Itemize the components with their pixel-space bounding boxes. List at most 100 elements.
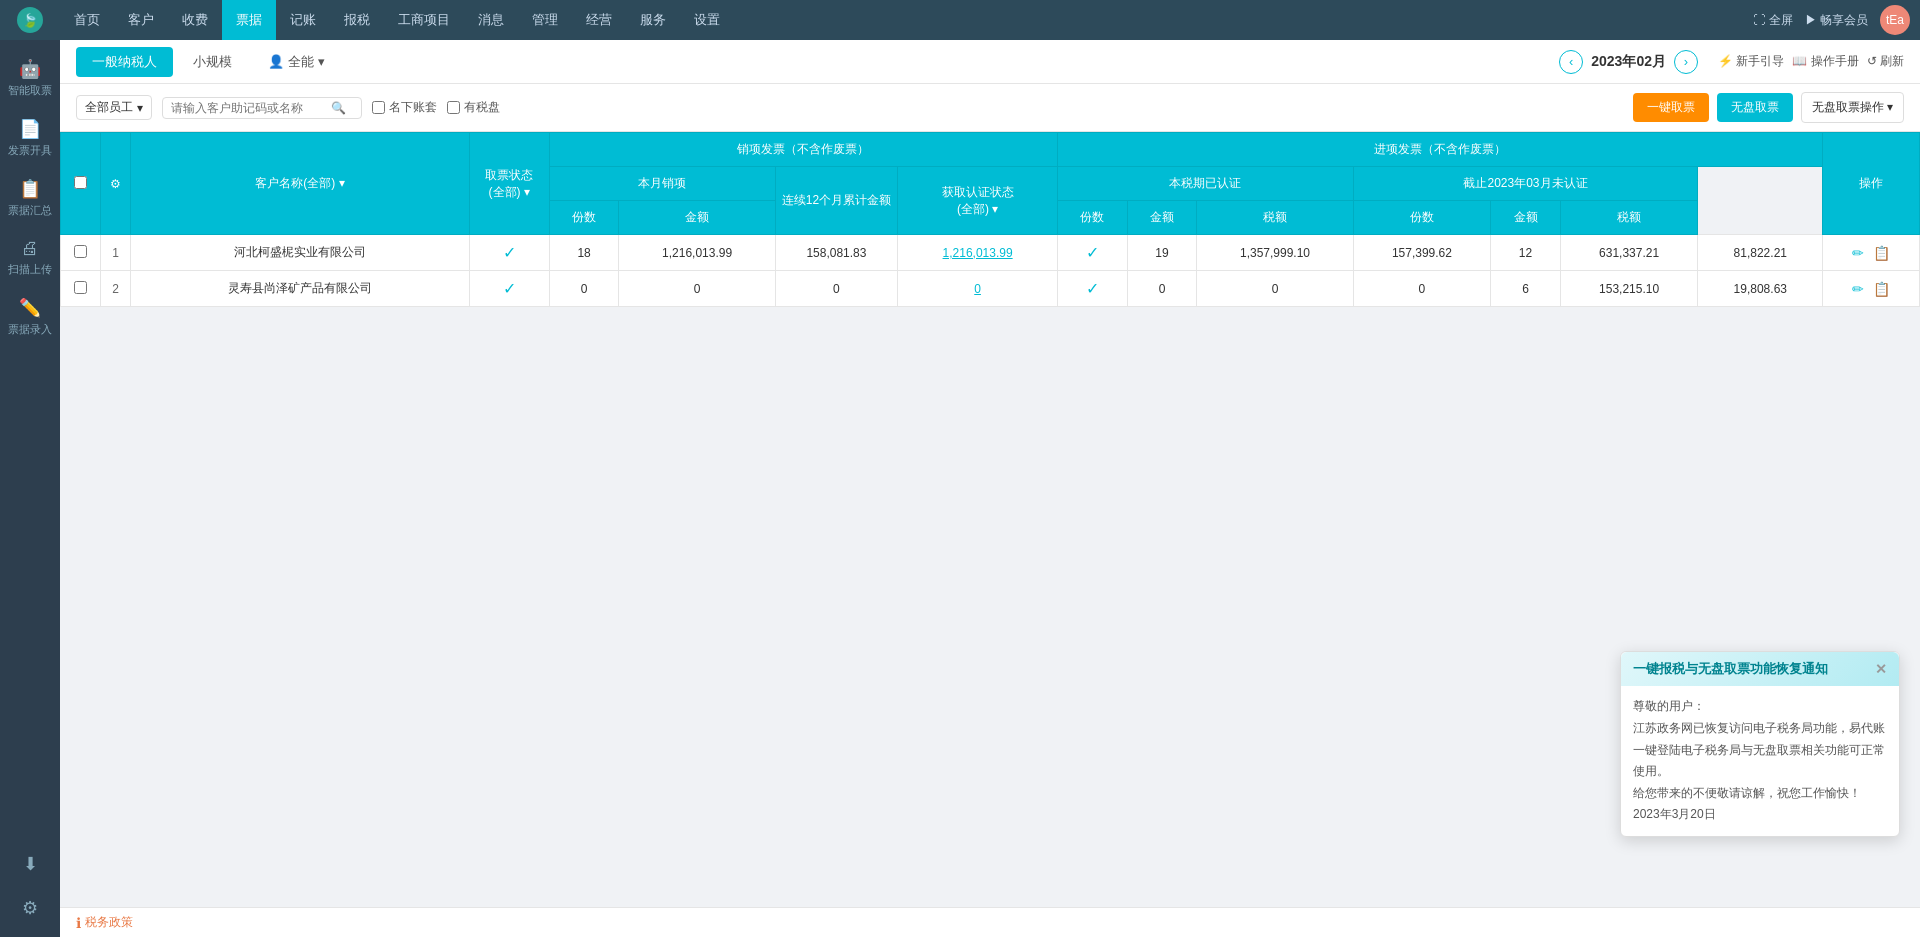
sidebar-item-gear[interactable]: ⚙ xyxy=(3,889,57,927)
row-num-1: 1 xyxy=(101,235,131,271)
th-operations: 操作 xyxy=(1823,133,1920,235)
notification-header: 一键报税与无盘取票功能恢复通知 ✕ xyxy=(1621,652,1899,686)
sidebar-item-invoice-open[interactable]: 📄 发票开具 xyxy=(3,110,57,166)
nav-service[interactable]: 服务 xyxy=(626,0,680,40)
nav-business[interactable]: 工商项目 xyxy=(384,0,464,40)
checkbox-tax-disk[interactable]: 有税盘 xyxy=(447,99,500,116)
bottom-bar: ℹ 税务政策 xyxy=(60,907,1920,937)
checkbox-under-account[interactable]: 名下账套 xyxy=(372,99,437,116)
select-all-checkbox[interactable] xyxy=(74,176,87,189)
th-ticket-status[interactable]: 取票状态(全部) ▾ xyxy=(469,133,549,235)
row-sales-amount-1: 1,216,013.99 xyxy=(619,235,775,271)
under-account-checkbox[interactable] xyxy=(372,101,385,114)
row-uncert-amount-2: 153,215.10 xyxy=(1560,271,1698,307)
row-sales-count-1: 18 xyxy=(549,235,619,271)
row-select-2[interactable] xyxy=(74,281,87,294)
check-icon-2: ✓ xyxy=(503,280,516,297)
avatar[interactable]: tEa xyxy=(1880,5,1910,35)
tab-small-scale[interactable]: 小规模 xyxy=(177,47,248,77)
sidebar-item-scan-upload[interactable]: 🖨 扫描上传 xyxy=(3,230,57,285)
tax-disk-checkbox[interactable] xyxy=(447,101,460,114)
employee-select-value: 全部员工 xyxy=(85,99,133,116)
check-icon: ✓ xyxy=(503,244,516,261)
no-disk-ticket-btn[interactable]: 无盘取票 xyxy=(1717,93,1793,122)
row-actions-1: ✏ 📋 xyxy=(1823,235,1920,271)
search-icon[interactable]: 🔍 xyxy=(331,101,346,115)
th-input-invoice: 进项发票（不含作废票） xyxy=(1058,133,1823,167)
row-uncert-amount-1: 631,337.21 xyxy=(1560,235,1698,271)
th-sales-invoice: 销项发票（不含作废票） xyxy=(549,133,1057,167)
nav-invoice[interactable]: 票据 xyxy=(222,0,276,40)
toolbar-right: 一键取票 无盘取票 无盘取票操作 ▾ xyxy=(1633,92,1904,123)
no-disk-ops-btn[interactable]: 无盘取票操作 ▾ xyxy=(1801,92,1904,123)
th-certified: 本税期已认证 xyxy=(1058,167,1354,201)
logo: 🍃 xyxy=(10,0,50,40)
member-btn[interactable]: ▶ 畅享会员 xyxy=(1805,12,1868,29)
nav-operation[interactable]: 经营 xyxy=(572,0,626,40)
th-cumulative: 连续12个月累计金额 xyxy=(775,167,897,235)
sidebar-bottom: ⬇ ⚙ xyxy=(3,845,57,927)
next-month-btn[interactable]: › xyxy=(1674,50,1698,74)
notification-close-btn[interactable]: ✕ xyxy=(1875,661,1887,677)
row-sales-tax-2: 0 xyxy=(775,271,897,307)
th-customer-name[interactable]: 客户名称(全部) ▾ xyxy=(131,133,470,235)
tab-all[interactable]: 👤 全能 ▾ xyxy=(252,47,341,77)
tab-actions: ⚡ 新手引导 📖 操作手册 ↺ 刷新 xyxy=(1718,53,1904,70)
sidebar-item-smart-ticket[interactable]: 🤖 智能取票 xyxy=(3,50,57,106)
fullscreen-btn[interactable]: ⛶ 全屏 xyxy=(1753,12,1792,29)
cert-check-icon-2: ✓ xyxy=(1086,280,1099,297)
th-cert-amount: 金额 xyxy=(1127,201,1197,235)
nav-tax[interactable]: 报税 xyxy=(330,0,384,40)
notification-popup: 一键报税与无盘取票功能恢复通知 ✕ 尊敬的用户： 江苏政务网已恢复访问电子税务局… xyxy=(1620,651,1900,837)
th-cert-status[interactable]: 获取认证状态(全部) ▾ xyxy=(898,167,1058,235)
edit-btn-2[interactable]: ✏ xyxy=(1852,281,1864,297)
row-select-1[interactable] xyxy=(74,245,87,258)
employee-select[interactable]: 全部员工 ▾ xyxy=(76,95,152,120)
manual-btn[interactable]: 📖 操作手册 xyxy=(1792,53,1858,70)
tab-general-taxpayer[interactable]: 一般纳税人 xyxy=(76,47,173,77)
prev-month-btn[interactable]: ‹ xyxy=(1559,50,1583,74)
nav-settings[interactable]: 设置 xyxy=(680,0,734,40)
month-navigation: ‹ 2023年02月 › xyxy=(1559,50,1698,74)
sidebar-item-download[interactable]: ⬇ xyxy=(3,845,57,883)
row-cert-amount-2: 0 xyxy=(1197,271,1353,307)
edit-btn-1[interactable]: ✏ xyxy=(1852,245,1864,261)
detail-btn-1[interactable]: 📋 xyxy=(1873,245,1890,261)
nav-fee[interactable]: 收费 xyxy=(168,0,222,40)
detail-btn-2[interactable]: 📋 xyxy=(1873,281,1890,297)
nav-message[interactable]: 消息 xyxy=(464,0,518,40)
table-row: 2 灵寿县尚泽矿产品有限公司 ✓ 0 0 0 0 ✓ 0 0 0 6 153,2… xyxy=(61,271,1920,307)
row-checkbox-1[interactable] xyxy=(61,235,101,271)
refresh-btn[interactable]: ↺ 刷新 xyxy=(1867,53,1904,70)
th-cert-count: 份数 xyxy=(1058,201,1128,235)
nav-bookkeeping[interactable]: 记账 xyxy=(276,0,330,40)
clipboard-icon: 📋 xyxy=(19,178,41,200)
row-cumulative-1[interactable]: 1,216,013.99 xyxy=(898,235,1058,271)
new-guide-btn[interactable]: ⚡ 新手引导 xyxy=(1718,53,1784,70)
sidebar-item-invoice-summary[interactable]: 📋 票据汇总 xyxy=(3,170,57,226)
th-sales-count: 份数 xyxy=(549,201,619,235)
sidebar-item-ticket-entry[interactable]: ✏️ 票据录入 xyxy=(3,289,57,345)
table-container: ⚙ 客户名称(全部) ▾ 取票状态(全部) ▾ 销项发票（不含作废票） 进项发票… xyxy=(60,132,1920,307)
nav-manage[interactable]: 管理 xyxy=(518,0,572,40)
th-settings: ⚙ xyxy=(101,133,131,235)
info-icon: ℹ xyxy=(76,915,81,931)
chevron-down-icon: ▾ xyxy=(318,54,325,69)
user-icon: 👤 xyxy=(268,54,284,69)
search-input[interactable] xyxy=(171,101,331,115)
nav-customer[interactable]: 客户 xyxy=(114,0,168,40)
robot-icon: 🤖 xyxy=(19,58,41,80)
row-cert-tax-2: 0 xyxy=(1353,271,1491,307)
nav-home[interactable]: 首页 xyxy=(60,0,114,40)
one-click-ticket-btn[interactable]: 一键取票 xyxy=(1633,93,1709,122)
row-cert-amount-1: 1,357,999.10 xyxy=(1197,235,1353,271)
row-cumulative-2[interactable]: 0 xyxy=(898,271,1058,307)
row-checkbox-2[interactable] xyxy=(61,271,101,307)
th-cert-tax: 税额 xyxy=(1197,201,1353,235)
left-sidebar: 🤖 智能取票 📄 发票开具 📋 票据汇总 🖨 扫描上传 ✏️ 票据录入 ⬇ ⚙ xyxy=(0,40,60,937)
current-month: 2023年02月 xyxy=(1591,53,1666,71)
nav-items: 首页 客户 收费 票据 记账 报税 工商项目 消息 管理 经营 服务 设置 xyxy=(60,0,1753,40)
tax-policy-link[interactable]: 税务政策 xyxy=(85,914,133,931)
filter-icon2: ▾ xyxy=(524,185,530,199)
document-icon: 📄 xyxy=(19,118,41,140)
